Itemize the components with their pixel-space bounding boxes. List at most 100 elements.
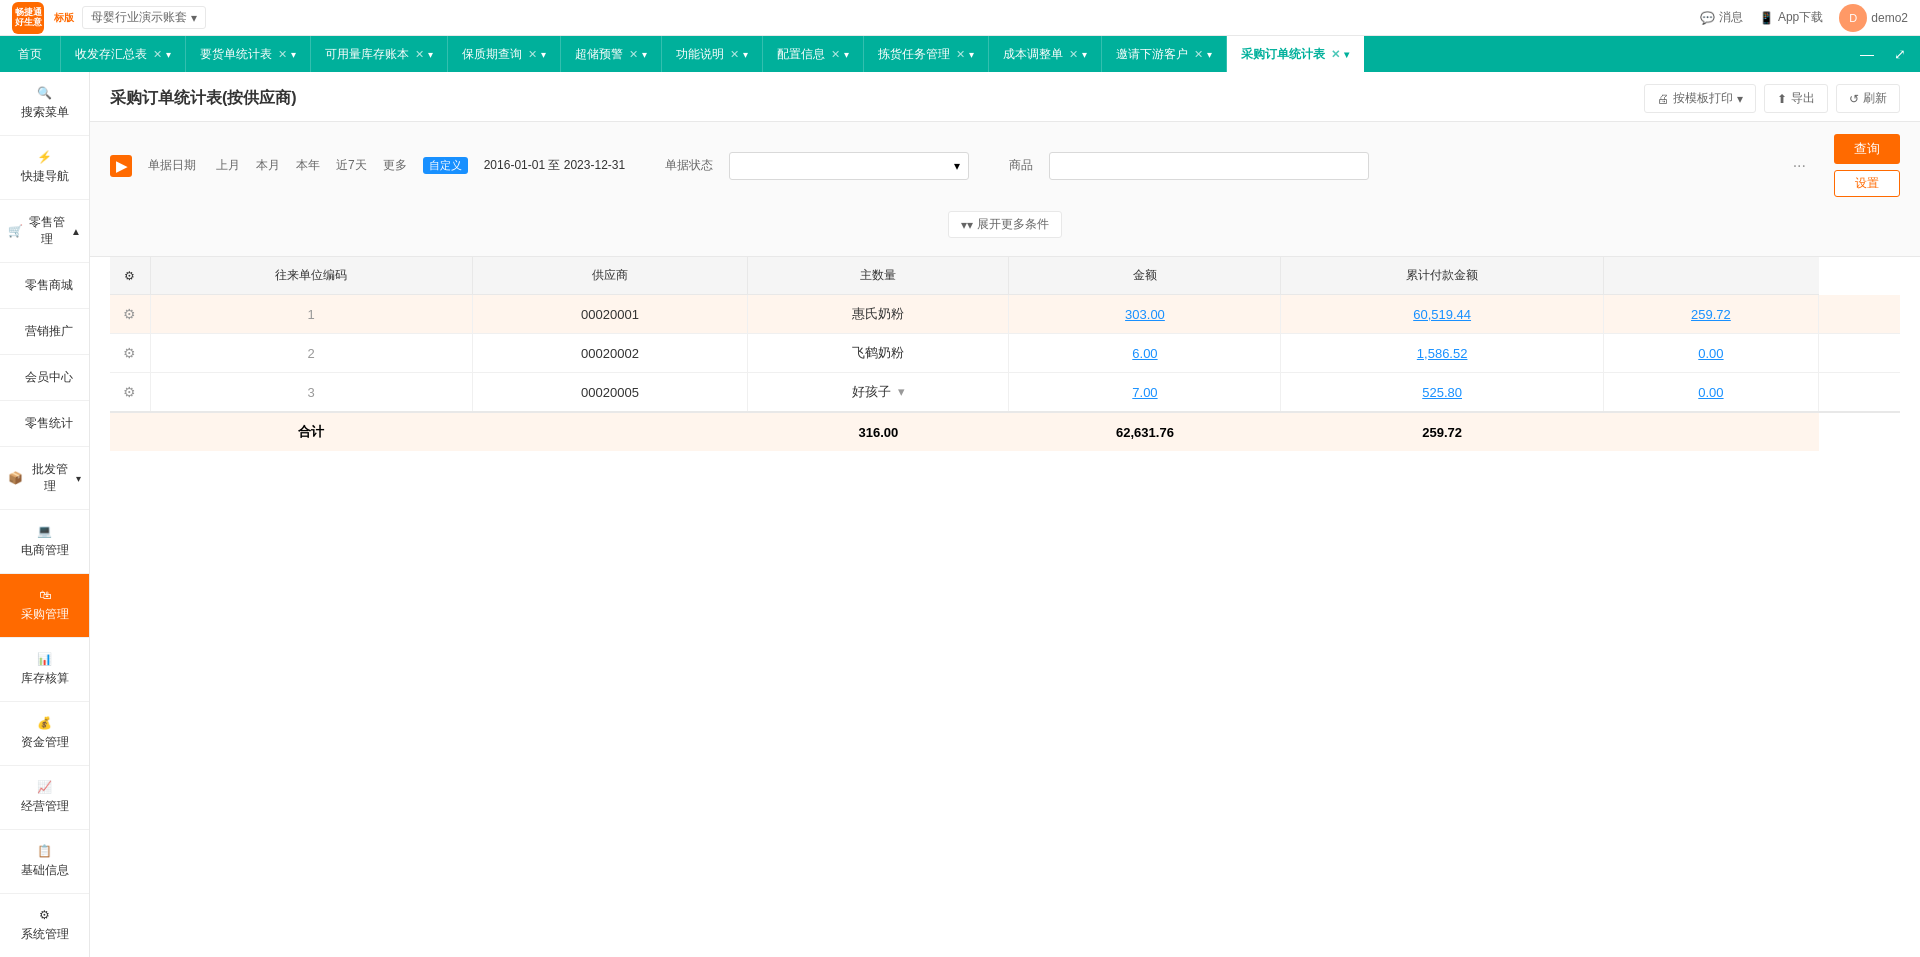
dropdown-icon[interactable]: ▾ <box>291 49 296 60</box>
footer-amount-cell: 62,631.76 <box>1009 412 1281 451</box>
row-paid-cell[interactable]: 0.00 <box>1603 334 1818 373</box>
settings-column-header[interactable]: ⚙ <box>110 257 150 295</box>
table-row: ⚙ 2 00020002 飞鹤奶粉 6.00 1,586.52 0.00 <box>110 334 1900 373</box>
table-row: ⚙ 1 00020001 惠氏奶粉 303.00 60,519.44 259.7… <box>110 295 1900 334</box>
sidebar-item-finance[interactable]: 💰 资金管理 <box>0 702 89 766</box>
nav-tab-config[interactable]: 配置信息 ✕▾ <box>763 36 864 72</box>
close-icon[interactable]: ✕ <box>415 48 424 61</box>
sidebar-item-retail-stat[interactable]: 零售统计 <box>0 401 89 447</box>
nav-tab-picking[interactable]: 拣货任务管理 ✕▾ <box>864 36 989 72</box>
table-footer-row: 合计 316.00 62,631.76 259.72 <box>110 412 1900 451</box>
row-paid-cell[interactable]: 259.72 <box>1603 295 1818 334</box>
nav-tab-inventory-book[interactable]: 可用量库存账本 ✕▾ <box>311 36 448 72</box>
sidebar-item-basic[interactable]: 📋 基础信息 <box>0 830 89 894</box>
row-amount-cell[interactable]: 525.80 <box>1281 373 1603 413</box>
dropdown-icon[interactable]: ▾ <box>1082 49 1087 60</box>
sidebar-item-marketing[interactable]: 营销推广 <box>0 309 89 355</box>
workspace-selector[interactable]: 母婴行业演示账套 ▾ <box>82 6 206 29</box>
nav-tab-purchase-stat[interactable]: 采购订单统计表 ✕▾ <box>1227 36 1364 72</box>
nav-tab-order-stat[interactable]: 要货单统计表 ✕▾ <box>186 36 311 72</box>
supplier-dropdown-icon[interactable]: ▾ <box>898 384 905 399</box>
sidebar-item-operation[interactable]: 📈 经营管理 <box>0 766 89 830</box>
row-amount-cell[interactable]: 60,519.44 <box>1281 295 1603 334</box>
shortcut-more[interactable]: 更多 <box>379 155 411 176</box>
sidebar-item-retail-mall[interactable]: 零售商城 <box>0 263 89 309</box>
footer-label-cell: 合计 <box>150 412 472 451</box>
row-qty-cell[interactable]: 6.00 <box>1009 334 1281 373</box>
dropdown-icon[interactable]: ▾ <box>428 49 433 60</box>
export-label: 导出 <box>1791 90 1815 107</box>
nav-tab-cost-adjust[interactable]: 成本调整单 ✕▾ <box>989 36 1102 72</box>
sidebar-label-ecommerce: 电商管理 <box>21 542 69 559</box>
nav-tab-receipt-summary[interactable]: 收发存汇总表 ✕▾ <box>61 36 186 72</box>
export-button[interactable]: ⬆ 导出 <box>1764 84 1828 113</box>
goods-input[interactable] <box>1049 152 1369 180</box>
filter-toggle-button[interactable]: ▶ <box>110 155 132 177</box>
sidebar-item-search[interactable]: 🔍 搜索菜单 <box>0 72 89 136</box>
nav-tab-invite[interactable]: 邀请下游客户 ✕▾ <box>1102 36 1227 72</box>
nav-tab-home[interactable]: 首页 <box>0 36 61 72</box>
dropdown-icon[interactable]: ▾ <box>166 49 171 60</box>
row-paid-cell[interactable]: 0.00 <box>1603 373 1818 413</box>
row-amount-cell[interactable]: 1,586.52 <box>1281 334 1603 373</box>
table-header-row: ⚙ 往来单位编码 供应商 主数量 金额 累计付款金额 <box>110 257 1900 295</box>
dropdown-icon[interactable]: ▾ <box>743 49 748 60</box>
query-button[interactable]: 查询 <box>1834 134 1900 164</box>
sidebar-item-retail-mgmt[interactable]: 🛒 零售管理 ▲ <box>0 200 89 263</box>
close-icon[interactable]: ✕ <box>831 48 840 61</box>
sidebar-item-purchase[interactable]: 🛍 采购管理 <box>0 574 89 638</box>
shortcut-this-month[interactable]: 本月 <box>252 155 284 176</box>
dropdown-icon[interactable]: ▾ <box>844 49 849 60</box>
footer-paid-cell: 259.72 <box>1281 412 1603 451</box>
custom-badge: 自定义 <box>423 157 468 174</box>
close-icon[interactable]: ✕ <box>153 48 162 61</box>
close-icon[interactable]: ✕ <box>956 48 965 61</box>
shortcut-last-month[interactable]: 上月 <box>212 155 244 176</box>
shortcut-this-year[interactable]: 本年 <box>292 155 324 176</box>
dropdown-icon[interactable]: ▾ <box>642 49 647 60</box>
status-select[interactable]: ▾ <box>729 152 969 180</box>
nav-tab-warranty[interactable]: 保质期查询 ✕▾ <box>448 36 561 72</box>
dropdown-icon[interactable]: ▾ <box>541 49 546 60</box>
more-options-icon[interactable]: ··· <box>1793 157 1806 175</box>
settings-button[interactable]: 设置 <box>1834 170 1900 197</box>
row-index-cell: 2 <box>150 334 472 373</box>
user-avatar-area[interactable]: D demo2 <box>1839 4 1908 32</box>
close-icon[interactable]: ✕ <box>1194 48 1203 61</box>
sidebar-item-ecommerce[interactable]: 💻 电商管理 <box>0 510 89 574</box>
close-icon[interactable]: ✕ <box>1069 48 1078 61</box>
nav-minimize-icon[interactable]: — <box>1854 44 1880 64</box>
sidebar-item-system[interactable]: ⚙ 系统管理 <box>0 894 89 957</box>
sidebar-label-search: 搜索菜单 <box>21 104 69 121</box>
dropdown-icon[interactable]: ▾ <box>1207 49 1212 60</box>
message-button[interactable]: 💬 消息 <box>1700 9 1743 26</box>
nav-tab-overstock[interactable]: 超储预警 ✕▾ <box>561 36 662 72</box>
row-settings-cell: ⚙ <box>110 334 150 373</box>
sidebar-item-member[interactable]: 会员中心 <box>0 355 89 401</box>
close-icon[interactable]: ✕ <box>528 48 537 61</box>
close-icon[interactable]: ✕ <box>1331 48 1340 61</box>
dropdown-icon[interactable]: ▾ <box>1344 49 1349 60</box>
expand-filters-button[interactable]: ▾▾ 展开更多条件 <box>948 211 1062 238</box>
close-icon[interactable]: ✕ <box>629 48 638 61</box>
print-button[interactable]: 🖨 按模板打印 ▾ <box>1644 84 1756 113</box>
nav-maximize-icon[interactable]: ⤢ <box>1888 44 1912 64</box>
refresh-button[interactable]: ↺ 刷新 <box>1836 84 1900 113</box>
nav-tab-function[interactable]: 功能说明 ✕▾ <box>662 36 763 72</box>
date-to: 2023-12-31 <box>564 158 625 172</box>
close-icon[interactable]: ✕ <box>278 48 287 61</box>
shortcut-7days[interactable]: 近7天 <box>332 155 371 176</box>
row-qty-cell[interactable]: 7.00 <box>1009 373 1281 413</box>
dropdown-icon[interactable]: ▾ <box>969 49 974 60</box>
app-download-button[interactable]: 📱 App下载 <box>1759 9 1823 26</box>
table-container: ⚙ 往来单位编码 供应商 主数量 金额 累计付款金额 ⚙ 1 00020001 … <box>90 257 1920 957</box>
sidebar-label-retailmall: 零售商城 <box>25 277 73 294</box>
close-icon[interactable]: ✕ <box>730 48 739 61</box>
sidebar-item-quicknav[interactable]: ⚡ 快捷导航 <box>0 136 89 200</box>
main-nav: 首页 收发存汇总表 ✕▾ 要货单统计表 ✕▾ 可用量库存账本 ✕▾ 保质期查询 … <box>0 36 1920 72</box>
row-qty-cell[interactable]: 303.00 <box>1009 295 1281 334</box>
sidebar-label-system: 系统管理 <box>21 926 69 943</box>
row-code-cell: 00020005 <box>472 373 747 413</box>
sidebar-item-wholesale[interactable]: 📦 批发管理 ▾ <box>0 447 89 510</box>
sidebar-item-inventory[interactable]: 📊 库存核算 <box>0 638 89 702</box>
